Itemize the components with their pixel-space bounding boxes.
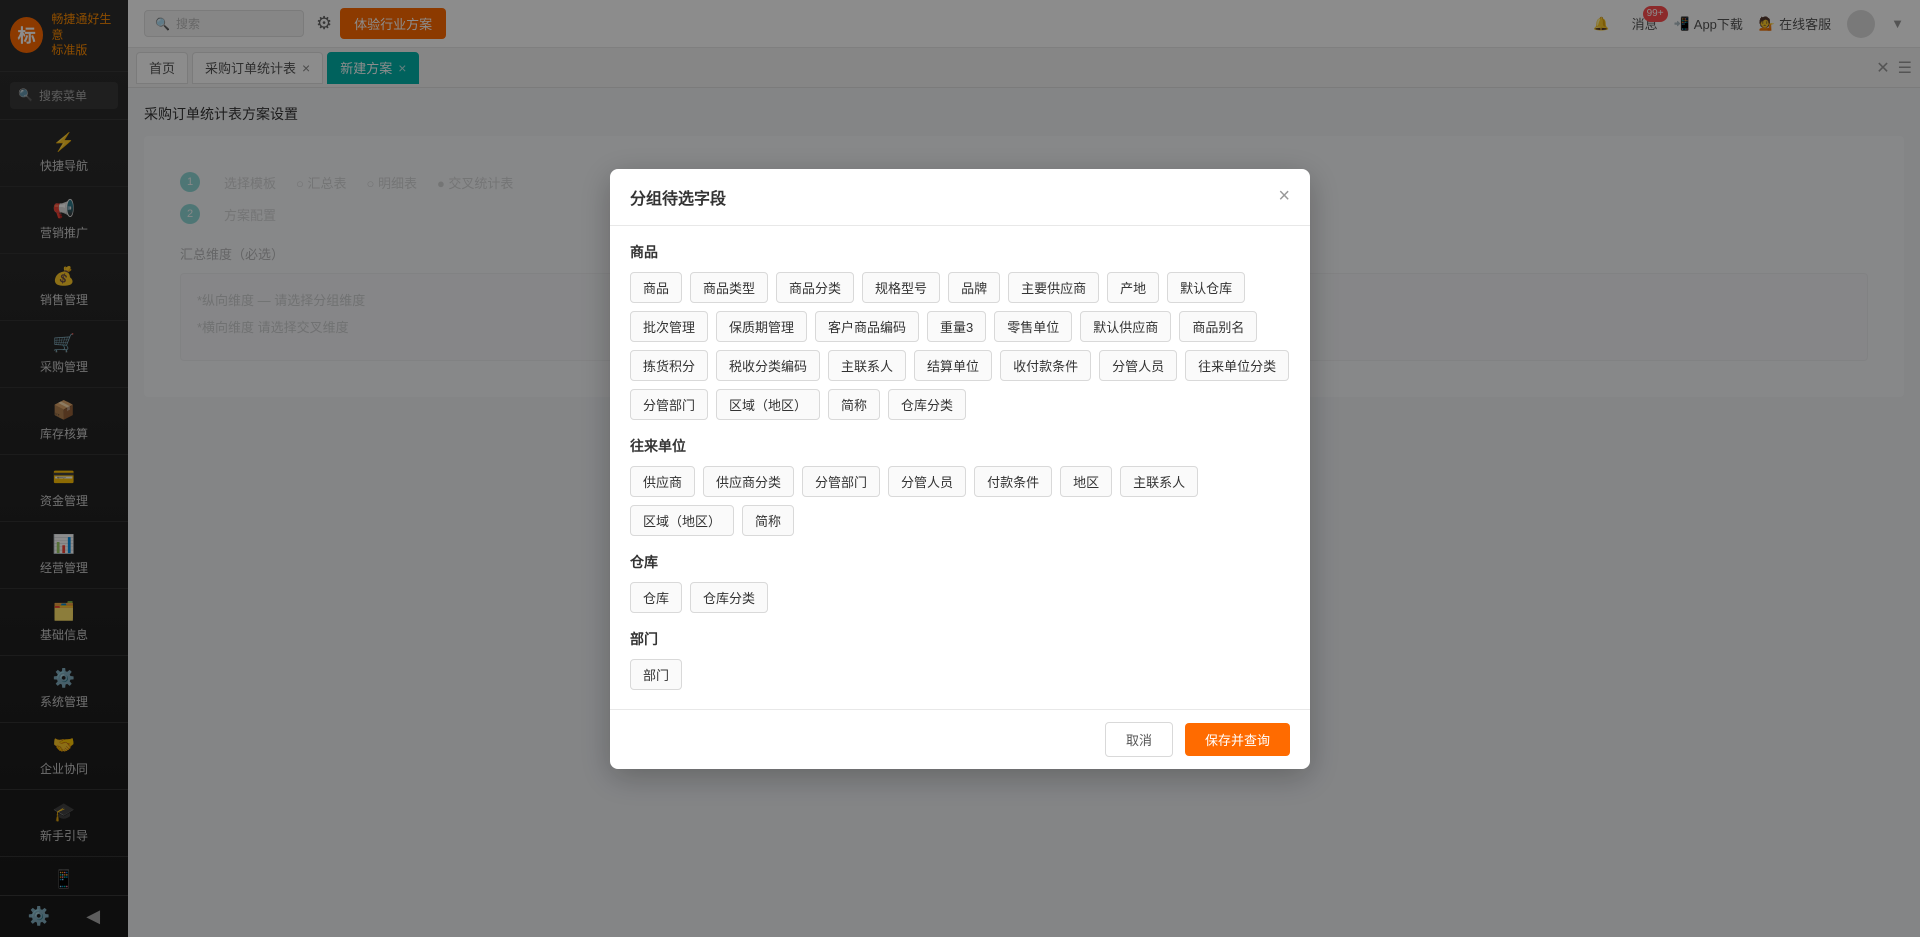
field-tag[interactable]: 默认仓库 bbox=[1167, 272, 1245, 303]
field-tag[interactable]: 仓库分类 bbox=[690, 582, 768, 613]
field-tag[interactable]: 分管人员 bbox=[888, 466, 966, 497]
field-tag[interactable]: 客户商品编码 bbox=[815, 311, 919, 342]
field-tag[interactable]: 重量3 bbox=[927, 311, 986, 342]
field-tag[interactable]: 商品分类 bbox=[776, 272, 854, 303]
section-partner-fields: 供应商 供应商分类 分管部门 分管人员 付款条件 地区 主联系人 区域（地区） … bbox=[630, 466, 1290, 536]
field-tag[interactable]: 供应商分类 bbox=[703, 466, 794, 497]
field-tag[interactable]: 主联系人 bbox=[1120, 466, 1198, 497]
field-tag[interactable]: 结算单位 bbox=[914, 350, 992, 381]
field-tag[interactable]: 零售单位 bbox=[994, 311, 1072, 342]
field-tag[interactable]: 税收分类编码 bbox=[716, 350, 820, 381]
section-partner-title: 往来单位 bbox=[630, 436, 1290, 456]
modal-body: 商品 商品 商品类型 商品分类 规格型号 品牌 主要供应商 产地 默认仓库 批次… bbox=[610, 226, 1310, 709]
field-tag[interactable]: 品牌 bbox=[948, 272, 1000, 303]
field-tag[interactable]: 简称 bbox=[742, 505, 794, 536]
field-tag[interactable]: 规格型号 bbox=[862, 272, 940, 303]
field-tag[interactable]: 产地 bbox=[1107, 272, 1159, 303]
modal-header: 分组待选字段 × bbox=[610, 169, 1310, 226]
section-partner: 往来单位 供应商 供应商分类 分管部门 分管人员 付款条件 地区 主联系人 区域… bbox=[630, 436, 1290, 536]
field-tag[interactable]: 批次管理 bbox=[630, 311, 708, 342]
field-tag[interactable]: 区域（地区） bbox=[630, 505, 734, 536]
field-tag[interactable]: 仓库分类 bbox=[888, 389, 966, 420]
section-goods-title: 商品 bbox=[630, 242, 1290, 262]
section-warehouse-title: 仓库 bbox=[630, 552, 1290, 572]
modal-footer: 取消 保存并查询 bbox=[610, 709, 1310, 769]
field-tag[interactable]: 商品别名 bbox=[1179, 311, 1257, 342]
field-tag[interactable]: 往来单位分类 bbox=[1185, 350, 1289, 381]
field-tag[interactable]: 商品类型 bbox=[690, 272, 768, 303]
field-tag[interactable]: 商品 bbox=[630, 272, 682, 303]
modal-close-btn[interactable]: × bbox=[1278, 185, 1290, 208]
field-tag[interactable]: 默认供应商 bbox=[1080, 311, 1171, 342]
field-tag[interactable]: 部门 bbox=[630, 659, 682, 690]
field-tag[interactable]: 简称 bbox=[828, 389, 880, 420]
field-tag[interactable]: 仓库 bbox=[630, 582, 682, 613]
cancel-button[interactable]: 取消 bbox=[1105, 722, 1173, 757]
field-tag[interactable]: 分管部门 bbox=[802, 466, 880, 497]
modal-overlay: 分组待选字段 × 商品 商品 商品类型 商品分类 规格型号 品牌 主要供应商 产… bbox=[0, 0, 1920, 937]
field-tag[interactable]: 付款条件 bbox=[974, 466, 1052, 497]
field-tag[interactable]: 主要供应商 bbox=[1008, 272, 1099, 303]
section-department: 部门 部门 bbox=[630, 629, 1290, 690]
section-warehouse: 仓库 仓库 仓库分类 bbox=[630, 552, 1290, 613]
field-tag[interactable]: 分管部门 bbox=[630, 389, 708, 420]
field-tag[interactable]: 主联系人 bbox=[828, 350, 906, 381]
field-tag[interactable]: 地区 bbox=[1060, 466, 1112, 497]
field-select-modal: 分组待选字段 × 商品 商品 商品类型 商品分类 规格型号 品牌 主要供应商 产… bbox=[610, 169, 1310, 769]
modal-title: 分组待选字段 bbox=[630, 185, 726, 209]
field-tag[interactable]: 分管人员 bbox=[1099, 350, 1177, 381]
field-tag[interactable]: 供应商 bbox=[630, 466, 695, 497]
section-goods-fields: 商品 商品类型 商品分类 规格型号 品牌 主要供应商 产地 默认仓库 批次管理 … bbox=[630, 272, 1290, 420]
field-tag[interactable]: 区域（地区） bbox=[716, 389, 820, 420]
section-department-fields: 部门 bbox=[630, 659, 1290, 690]
field-tag[interactable]: 保质期管理 bbox=[716, 311, 807, 342]
save-query-button[interactable]: 保存并查询 bbox=[1185, 723, 1290, 756]
section-department-title: 部门 bbox=[630, 629, 1290, 649]
section-warehouse-fields: 仓库 仓库分类 bbox=[630, 582, 1290, 613]
field-tag[interactable]: 拣货积分 bbox=[630, 350, 708, 381]
section-goods: 商品 商品 商品类型 商品分类 规格型号 品牌 主要供应商 产地 默认仓库 批次… bbox=[630, 242, 1290, 420]
field-tag[interactable]: 收付款条件 bbox=[1000, 350, 1091, 381]
